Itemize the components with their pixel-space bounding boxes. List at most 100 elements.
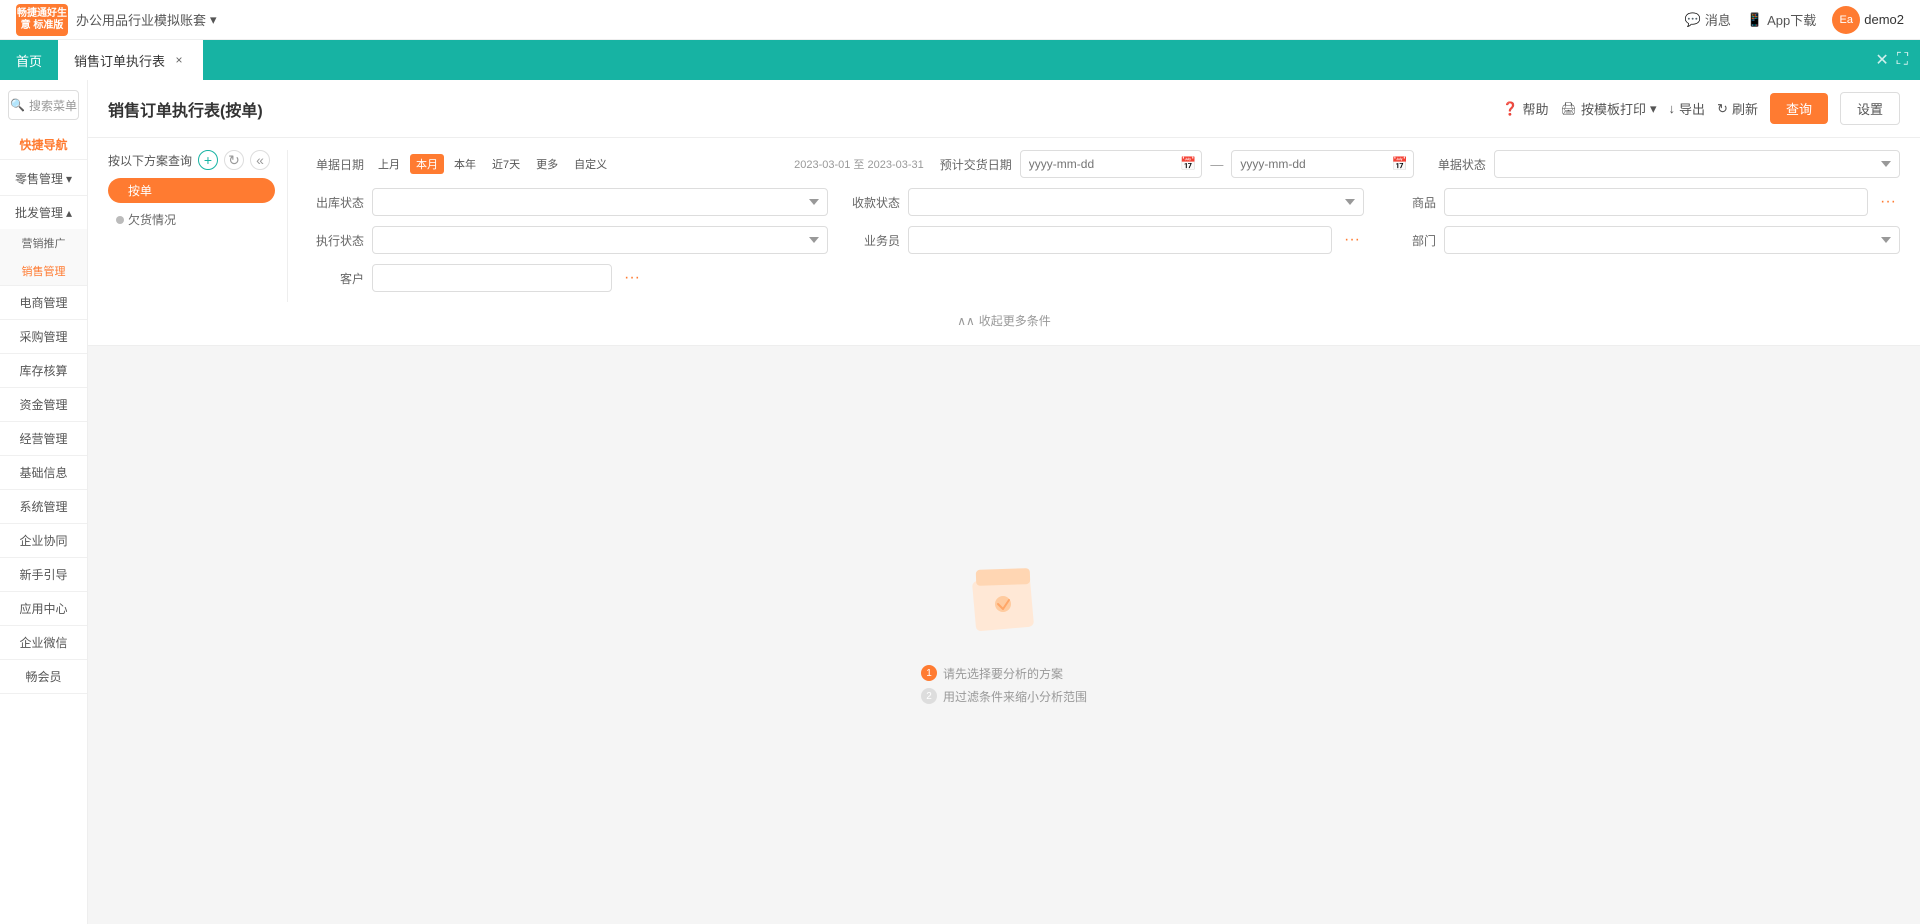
tab-home[interactable]: 首页 [0,40,58,80]
plan-dot-欠货情况 [116,216,124,224]
sidebar-item-basic[interactable]: 基础信息 [0,456,87,489]
refresh-plan-btn[interactable]: ↻ [224,150,244,170]
sidebar-item-member[interactable]: 畅会员 [0,660,87,693]
print-btn[interactable]: 🖨 按模板打印 ▾ [1560,99,1656,118]
exec-status-select[interactable] [372,226,828,254]
plan-label-欠货情况: 欠货情况 [128,211,176,228]
salesperson-label: 业务员 [840,232,900,249]
member-label: 畅会员 [25,668,61,685]
sidebar-group-app-center: 应用中心 [0,592,87,626]
sidebar-item-enterprise-wechat[interactable]: 企业微信 [0,626,87,659]
sidebar-item-sales[interactable]: 销售管理 [0,257,87,285]
sidebar-item-inventory[interactable]: 库存核算 [0,354,87,387]
filter-row-4: 客户 ··· [304,264,1900,292]
date-tab-本月[interactable]: 本月 [410,154,444,174]
results-area: 1 请先选择要分析的方案 2 用过滤条件来缩小分析范围 [88,346,1920,924]
print-icon: 🖨 [1560,101,1577,117]
message-btn[interactable]: 💬 消息 [1685,10,1731,29]
sidebar-group-operation: 经营管理 [0,422,87,456]
settings-btn[interactable]: 设置 [1840,92,1900,125]
tab-close-btn[interactable]: × [171,52,187,68]
main-layout: 🔍 搜索菜单 快捷导航 零售管理 ▾ 批发管理 ▴ 营销推广 销售管理 [0,80,1920,924]
dept-label: 部门 [1376,232,1436,249]
date-range-display: 2023-03-01 至 2023-03-31 [790,156,928,172]
plan-item-按单[interactable]: 按单 [108,178,275,203]
sidebar-item-retail[interactable]: 零售管理 ▾ [0,162,87,195]
filter-layout: 按以下方案查询 + ↻ « 按单 欠货情况 [108,150,1900,302]
salesperson-picker-btn[interactable]: ··· [1340,231,1364,249]
goods-picker-btn[interactable]: ··· [1876,193,1900,211]
tab-close-all-btn[interactable]: ✕ [1875,50,1888,70]
sidebar-item-purchase[interactable]: 采购管理 [0,320,87,353]
payment-status-select[interactable] [908,188,1364,216]
salesperson-input[interactable] [908,226,1332,254]
tabbar-actions: ✕ ⛶ [1875,50,1920,70]
tab-sales-exec-label: 销售订单执行表 [74,51,165,70]
query-btn[interactable]: 查询 [1770,93,1828,124]
wholesale-label: 批发管理 [15,204,63,221]
sidebar-group-member: 畅会员 [0,660,87,694]
sidebar-nav-title[interactable]: 快捷导航 [0,130,87,157]
sales-label: 销售管理 [22,266,66,278]
sidebar-item-newbie[interactable]: 新手引导 [0,558,87,591]
tab-sales-exec[interactable]: 销售订单执行表 × [58,40,203,80]
filter-plan-section: 按以下方案查询 + ↻ « 按单 欠货情况 [108,150,288,302]
enterprise-label: 企业协同 [19,532,67,549]
plan-label-按单: 按单 [128,182,152,199]
delivery-status-select[interactable] [372,188,828,216]
date-sep: — [1210,157,1223,172]
sidebar-item-finance[interactable]: 资金管理 [0,388,87,421]
refresh-btn[interactable]: ↻ 刷新 [1717,99,1758,118]
export-label: 导出 [1679,99,1705,118]
inventory-label: 库存核算 [19,362,67,379]
sidebar-item-enterprise[interactable]: 企业协同 [0,524,87,557]
add-plan-btn[interactable]: + [198,150,218,170]
sidebar-item-operation[interactable]: 经营管理 [0,422,87,455]
page-title: 销售订单执行表(按单) [108,97,263,121]
sidebar-item-system[interactable]: 系统管理 [0,490,87,523]
expected-date-from-input[interactable] [1020,150,1203,178]
filter-row-2: 出库状态 收款状态 商品 ··· [304,188,1900,216]
date-tab-上月[interactable]: 上月 [372,154,406,174]
exec-status-label: 执行状态 [304,232,364,249]
ecommerce-label: 电商管理 [19,294,67,311]
sidebar-group-basic: 基础信息 [0,456,87,490]
search-menu-btn[interactable]: 🔍 搜索菜单 [8,90,79,120]
sidebar-group-finance: 资金管理 [0,388,87,422]
logo-text: 畅捷通好生意 标准版 [16,8,68,32]
empty-tip-2: 2 用过滤条件来缩小分析范围 [921,688,1087,705]
sidebar-item-ecommerce[interactable]: 电商管理 [0,286,87,319]
collapse-plan-btn[interactable]: « [250,150,270,170]
date-tab-近7天[interactable]: 近7天 [486,154,526,174]
page-header-actions: ❓ 帮助 🖨 按模板打印 ▾ ↓ 导出 ↻ 刷新 查询 设置 [1502,92,1900,125]
sidebar-item-app-center[interactable]: 应用中心 [0,592,87,625]
plan-item-欠货情况[interactable]: 欠货情况 [108,207,275,232]
field-date: 单据日期 上月 本月 本年 近7天 更多 自定义 [304,154,778,174]
user-info[interactable]: Ea demo2 [1832,6,1904,34]
date-tab-自定义[interactable]: 自定义 [568,154,613,174]
customer-input[interactable] [372,264,612,292]
date-tab-更多[interactable]: 更多 [530,154,564,174]
sidebar-item-wholesale[interactable]: 批发管理 ▴ [0,196,87,229]
collapse-btn[interactable]: ∧∧ 收起更多条件 [945,308,1063,333]
tab-home-label: 首页 [16,51,42,70]
field-customer: 客户 ··· [304,264,1900,292]
enterprise-wechat-label: 企业微信 [19,634,67,651]
tab-expand-btn[interactable]: ⛶ [1897,51,1908,69]
date-tab-本年[interactable]: 本年 [448,154,482,174]
content: 销售订单执行表(按单) ❓ 帮助 🖨 按模板打印 ▾ ↓ 导出 ↻ 刷新 [88,80,1920,924]
goods-input[interactable] [1444,188,1868,216]
basic-label: 基础信息 [19,464,67,481]
export-btn[interactable]: ↓ 导出 [1669,99,1706,118]
doc-status-select[interactable] [1494,150,1900,178]
sidebar-group-retail: 零售管理 ▾ [0,162,87,196]
message-icon: 💬 [1685,12,1701,28]
avatar-text: Ea [1840,14,1853,26]
customer-picker-btn[interactable]: ··· [620,269,644,287]
sidebar-item-marketing[interactable]: 营销推广 [0,229,87,257]
company-selector[interactable]: 办公用品行业模拟账套 ▾ [76,10,217,29]
app-download-btn[interactable]: 📱 App下载 [1747,10,1816,29]
expected-date-to-input[interactable] [1231,150,1414,178]
help-btn[interactable]: ❓ 帮助 [1502,99,1548,118]
dept-select[interactable] [1444,226,1900,254]
